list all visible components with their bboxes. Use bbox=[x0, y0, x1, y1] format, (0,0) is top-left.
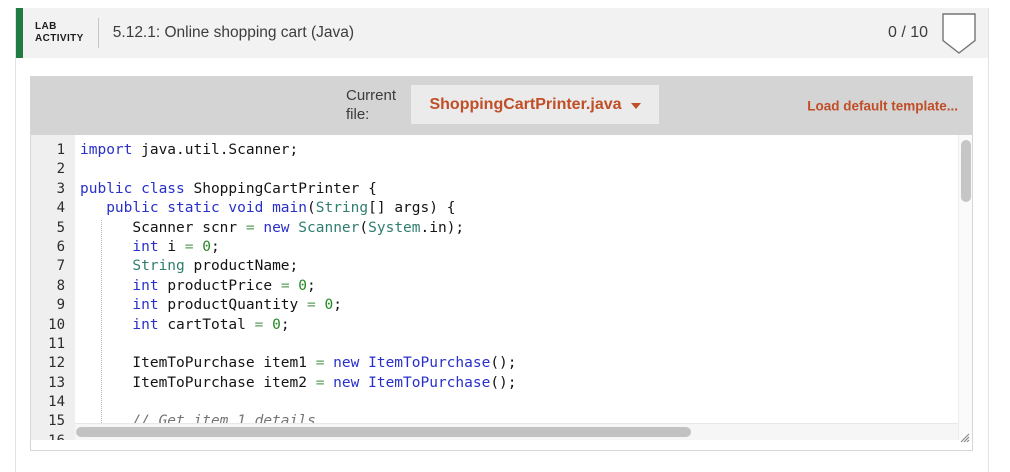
current-file-label: Current file: bbox=[346, 86, 416, 124]
code-line: 8 int productPrice = 0; bbox=[31, 277, 972, 296]
horizontal-scrollbar[interactable] bbox=[75, 423, 958, 440]
line-number: 10 bbox=[48, 316, 65, 333]
header-divider bbox=[97, 18, 99, 48]
code-editor-widget: Current file: ShoppingCartPrinter.java L… bbox=[30, 76, 973, 451]
line-number: 14 bbox=[48, 394, 65, 411]
code-line-text: int cartTotal = 0; bbox=[132, 316, 290, 333]
editor-toolbar: Current file: ShoppingCartPrinter.java L… bbox=[31, 77, 972, 135]
line-number: 2 bbox=[56, 161, 65, 178]
lab-activity-header: LAB ACTIVITY 5.12.1: Online shopping car… bbox=[16, 8, 988, 58]
code-line: 7 String productName; bbox=[31, 257, 972, 276]
chevron-down-icon bbox=[630, 103, 641, 109]
activity-accent-bar bbox=[16, 8, 23, 58]
code-line-text: public class ShoppingCartPrinter { bbox=[80, 180, 377, 197]
vertical-scrollbar[interactable] bbox=[958, 135, 972, 440]
current-file-label-line2: file: bbox=[346, 106, 370, 123]
code-line: 2 bbox=[31, 160, 972, 179]
line-number: 8 bbox=[56, 277, 65, 294]
line-number: 13 bbox=[48, 374, 65, 391]
code-line: 9 int productQuantity = 0; bbox=[31, 296, 972, 315]
code-line: 3 public class ShoppingCartPrinter { bbox=[31, 180, 972, 199]
line-number: 4 bbox=[56, 200, 65, 217]
line-number: 12 bbox=[48, 355, 65, 372]
editor-bottom-strip bbox=[31, 440, 972, 450]
code-line: 5 Scanner scnr = new Scanner(System.in); bbox=[31, 219, 972, 238]
resize-handle-icon[interactable] bbox=[959, 432, 970, 443]
score-shield-icon bbox=[942, 12, 976, 54]
code-line: 13 ItemToPurchase item2 = new ItemToPurc… bbox=[31, 374, 972, 393]
lab-activity-label-line1: LAB bbox=[35, 21, 57, 32]
code-line-text: Scanner scnr = new Scanner(System.in); bbox=[80, 219, 465, 236]
code-line: 12 ItemToPurchase item1 = new ItemToPurc… bbox=[31, 354, 972, 373]
load-default-template-button[interactable]: Load default template... bbox=[807, 99, 958, 114]
lab-activity-label-line2: ACTIVITY bbox=[35, 33, 84, 44]
code-line: 10 int cartTotal = 0; bbox=[31, 316, 972, 335]
code-line-text: public static void main(String[] args) { bbox=[106, 200, 456, 217]
code-line-text: int productPrice = 0; bbox=[132, 277, 316, 294]
line-number: 15 bbox=[48, 413, 65, 430]
line-number: 1 bbox=[56, 142, 65, 158]
code-line-text: int i = 0; bbox=[132, 238, 220, 255]
code-line: 11 bbox=[31, 335, 972, 354]
code-line: 1 import java.util.Scanner; bbox=[31, 141, 972, 160]
code-line: 6 int i = 0; bbox=[31, 238, 972, 257]
line-number: 6 bbox=[56, 238, 65, 255]
code-line-text: String productName; bbox=[132, 258, 299, 275]
lab-activity-card: LAB ACTIVITY 5.12.1: Online shopping car… bbox=[15, 8, 989, 472]
code-editor-area[interactable]: 1 import java.util.Scanner; 2 3 public class… bbox=[31, 135, 972, 450]
code-lines-container[interactable]: 1 import java.util.Scanner; 2 3 public class… bbox=[31, 135, 972, 450]
vertical-scrollbar-thumb[interactable] bbox=[961, 140, 971, 202]
code-line-text: ItemToPurchase item2 = new ItemToPurchas… bbox=[80, 374, 517, 391]
indent-guide bbox=[101, 220, 102, 425]
file-dropdown[interactable]: ShoppingCartPrinter.java bbox=[411, 85, 659, 124]
line-number: 3 bbox=[56, 180, 65, 197]
line-number: 9 bbox=[56, 297, 65, 314]
current-file-label-line1: Current bbox=[346, 87, 397, 104]
lab-activity-label: LAB ACTIVITY bbox=[35, 21, 84, 45]
line-number: 11 bbox=[48, 335, 65, 352]
file-dropdown-selected: ShoppingCartPrinter.java bbox=[429, 95, 622, 113]
code-line: 4 public static void main(String[] args)… bbox=[31, 199, 972, 218]
code-line-text: int productQuantity = 0; bbox=[132, 297, 342, 314]
horizontal-scrollbar-thumb[interactable] bbox=[76, 427, 691, 437]
line-number: 7 bbox=[56, 258, 65, 275]
line-number: 5 bbox=[56, 219, 65, 236]
code-line-text: import java.util.Scanner; bbox=[80, 142, 299, 158]
activity-title: 5.12.1: Online shopping cart (Java) bbox=[112, 24, 355, 41]
code-line: 14 bbox=[31, 393, 972, 412]
score-text: 0 / 10 bbox=[887, 24, 928, 41]
code-line-text: ItemToPurchase item1 = new ItemToPurchas… bbox=[80, 355, 517, 372]
